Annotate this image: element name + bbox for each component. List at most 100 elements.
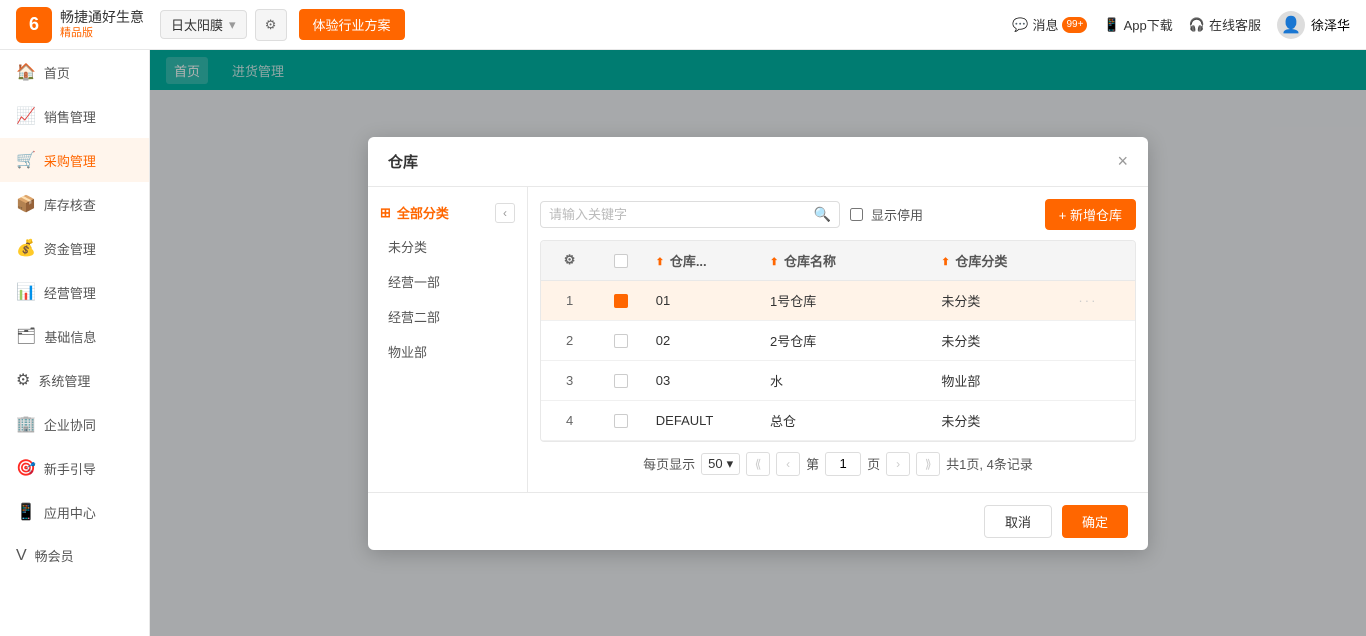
store-selector[interactable]: 日太阳膜 ▾: [160, 10, 247, 39]
customer-service-label: 在线客服: [1209, 15, 1261, 34]
all-categories-button[interactable]: ⊞ 全部分类: [380, 203, 449, 222]
sidebar-item-app-center[interactable]: 📱 应用中心: [0, 490, 149, 534]
row-code: 01: [644, 280, 758, 320]
try-industry-button[interactable]: 体验行业方案: [299, 9, 405, 40]
inventory-icon: 📦: [16, 194, 36, 214]
select-all-checkbox[interactable]: [614, 254, 628, 268]
sidebar-item-label: 经营管理: [44, 283, 96, 302]
cancel-button[interactable]: 取消: [984, 505, 1052, 538]
col-header-code[interactable]: ⬆ 仓库...: [644, 241, 758, 281]
sidebar-item-guide[interactable]: 🎯 新手引导: [0, 446, 149, 490]
sidebar-item-system[interactable]: ⚙ 系统管理: [0, 358, 149, 402]
row-category: 未分类: [929, 400, 1066, 440]
message-icon: 💬: [1012, 17, 1028, 33]
row-checkbox[interactable]: [598, 360, 644, 400]
sidebar-item-label: 库存核查: [44, 195, 96, 214]
modal-title: 仓库: [388, 151, 418, 172]
app-name: 畅捷通好生意: [60, 8, 144, 26]
page-size-arrow: ▾: [727, 456, 734, 472]
row-actions[interactable]: ···: [1066, 280, 1135, 320]
row-checkbox[interactable]: [598, 280, 644, 320]
confirm-button[interactable]: 确定: [1062, 505, 1128, 538]
row-checkbox[interactable]: [598, 400, 644, 440]
search-input[interactable]: [549, 207, 814, 222]
logo-icon: 6: [16, 7, 52, 43]
sales-icon: 📈: [16, 106, 36, 126]
enterprise-icon: 🏢: [16, 414, 36, 434]
table-row[interactable]: 3 03 水 物业部: [541, 360, 1135, 400]
page-number-input[interactable]: [825, 452, 861, 476]
row-name: 1号仓库: [758, 280, 929, 320]
category-item-unclassified[interactable]: 未分类: [368, 229, 527, 264]
customer-service-button[interactable]: 🎧 在线客服: [1189, 15, 1261, 34]
sidebar-item-vip[interactable]: V 畅会员: [0, 534, 149, 577]
page-size-value: 50: [708, 456, 722, 471]
row-actions[interactable]: [1066, 400, 1135, 440]
sidebar-item-inventory[interactable]: 📦 库存核查: [0, 182, 149, 226]
col-header-checkbox[interactable]: [598, 241, 644, 281]
table-row[interactable]: 4 DEFAULT 总仓 未分类: [541, 400, 1135, 440]
sidebar-item-home[interactable]: 🏠 首页: [0, 50, 149, 94]
app-center-icon: 📱: [16, 502, 36, 522]
finance-icon: 💰: [16, 238, 36, 258]
show-disabled-checkbox[interactable]: 显示停用: [850, 205, 923, 224]
col-header-category[interactable]: ⬆ 仓库分类: [929, 241, 1066, 281]
row-actions[interactable]: [1066, 360, 1135, 400]
row-number: 4: [541, 400, 598, 440]
col-header-settings[interactable]: ⚙: [541, 241, 598, 281]
modal-overlay: 仓库 × ⊞ 全部分类 ‹: [150, 50, 1366, 636]
row-actions[interactable]: [1066, 320, 1135, 360]
first-page-button[interactable]: ⟪: [746, 452, 770, 476]
table-panel: 🔍 显示停用 + 新增仓库: [528, 187, 1148, 492]
logo: 6 畅捷通好生意 精品版: [16, 7, 144, 43]
collapse-button[interactable]: ‹: [495, 203, 515, 223]
guide-icon: 🎯: [16, 458, 36, 478]
search-icon[interactable]: 🔍: [814, 206, 831, 223]
user-menu[interactable]: 👤 徐泽华: [1277, 11, 1350, 39]
sidebar-item-sales[interactable]: 📈 销售管理: [0, 94, 149, 138]
prev-page-button[interactable]: ‹: [776, 452, 800, 476]
category-item-property[interactable]: 物业部: [368, 334, 527, 369]
table-row[interactable]: 1 01 1号仓库 未分类 ···: [541, 280, 1135, 320]
header-right: 💬 消息 99+ 📱 App下载 🎧 在线客服 👤 徐泽华: [1012, 11, 1350, 39]
show-disabled-input[interactable]: [850, 208, 863, 221]
message-label: 消息: [1032, 15, 1058, 34]
table-row[interactable]: 2 02 2号仓库 未分类: [541, 320, 1135, 360]
sort-icon-name: ⬆: [770, 257, 778, 268]
avatar: 👤: [1277, 11, 1305, 39]
app-download-button[interactable]: 📱 App下载: [1103, 15, 1172, 34]
sidebar-item-enterprise[interactable]: 🏢 企业协同: [0, 402, 149, 446]
row-name: 水: [758, 360, 929, 400]
sidebar-item-label: 资金管理: [44, 239, 96, 258]
sidebar-item-basic-info[interactable]: 🗂 基础信息: [0, 314, 149, 358]
chevron-left-icon: ‹: [503, 206, 507, 220]
add-warehouse-button[interactable]: + 新增仓库: [1045, 199, 1136, 230]
col-header-actions: [1066, 241, 1135, 281]
sidebar-item-finance[interactable]: 💰 资金管理: [0, 226, 149, 270]
settings-button[interactable]: ⚙: [255, 9, 287, 41]
row-category: 未分类: [929, 320, 1066, 360]
message-button[interactable]: 💬 消息 99+: [1012, 15, 1087, 34]
message-badge: 99+: [1062, 17, 1087, 33]
page-size-selector[interactable]: 50 ▾: [701, 453, 740, 475]
pagination: 每页显示 50 ▾ ⟪ ‹ 第 页 › ⟫ 共1页: [540, 442, 1136, 480]
row-number: 2: [541, 320, 598, 360]
category-panel: ⊞ 全部分类 ‹ 未分类 经营一部 经营二部 物业部: [368, 187, 528, 492]
sidebar-item-operations[interactable]: 📊 经营管理: [0, 270, 149, 314]
main-layout: 🏠 首页 📈 销售管理 🛒 采购管理 📦 库存核查 💰 资金管理 📊 经营管理 …: [0, 50, 1366, 636]
close-icon[interactable]: ×: [1117, 151, 1128, 172]
system-icon: ⚙: [16, 370, 30, 390]
col-header-name[interactable]: ⬆ 仓库名称: [758, 241, 929, 281]
last-page-button[interactable]: ⟫: [916, 452, 940, 476]
sidebar-item-label: 销售管理: [44, 107, 96, 126]
category-item-ops2[interactable]: 经营二部: [368, 299, 527, 334]
main-content: 首页 进货管理 仓库 × ⊞ 全部分类: [150, 50, 1366, 636]
next-page-button[interactable]: ›: [886, 452, 910, 476]
app-edition: 精品版: [60, 26, 144, 40]
category-item-ops1[interactable]: 经营一部: [368, 264, 527, 299]
sidebar-item-purchase[interactable]: 🛒 采购管理: [0, 138, 149, 182]
app-download-label: App下载: [1124, 15, 1173, 34]
username: 徐泽华: [1311, 15, 1350, 34]
sidebar-item-label: 首页: [44, 63, 70, 82]
row-checkbox[interactable]: [598, 320, 644, 360]
